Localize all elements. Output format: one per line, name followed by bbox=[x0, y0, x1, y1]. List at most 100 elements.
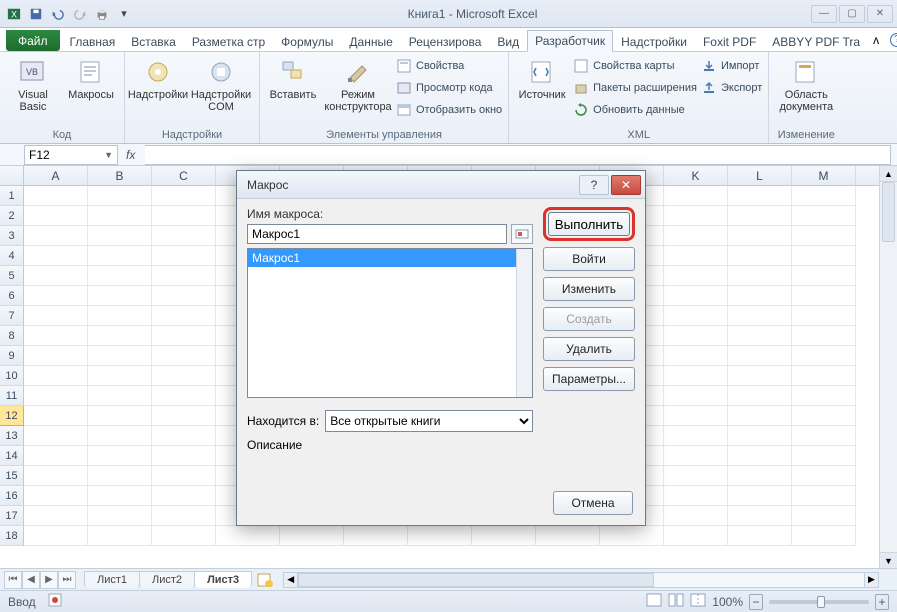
cell[interactable] bbox=[88, 346, 152, 366]
run-button[interactable]: Выполнить bbox=[548, 212, 630, 236]
cell[interactable] bbox=[216, 526, 280, 546]
cell[interactable] bbox=[88, 306, 152, 326]
cell[interactable] bbox=[152, 226, 216, 246]
cell[interactable] bbox=[792, 466, 856, 486]
cell[interactable] bbox=[24, 466, 88, 486]
tab-addins[interactable]: Надстройки bbox=[613, 30, 695, 52]
cell[interactable] bbox=[728, 506, 792, 526]
cell[interactable] bbox=[24, 306, 88, 326]
document-panel-button[interactable]: Область документа bbox=[775, 54, 837, 116]
cell[interactable] bbox=[88, 506, 152, 526]
row-header[interactable]: 10 bbox=[0, 366, 24, 386]
row-header[interactable]: 18 bbox=[0, 526, 24, 546]
com-addins-button[interactable]: Надстройки COM bbox=[189, 54, 253, 116]
row-header[interactable]: 7 bbox=[0, 306, 24, 326]
cell[interactable] bbox=[88, 246, 152, 266]
options-button[interactable]: Параметры... bbox=[543, 367, 635, 391]
sheet-tab[interactable]: Лист2 bbox=[139, 571, 195, 588]
reference-picker-icon[interactable] bbox=[511, 224, 533, 244]
cell[interactable] bbox=[792, 306, 856, 326]
select-all-corner[interactable] bbox=[0, 166, 24, 185]
zoom-in-button[interactable]: + bbox=[875, 594, 889, 610]
cell[interactable] bbox=[792, 526, 856, 546]
expansion-packs-button[interactable]: Пакеты расширения bbox=[573, 78, 697, 98]
cell[interactable] bbox=[728, 386, 792, 406]
sheet-tab[interactable]: Лист3 bbox=[194, 571, 252, 588]
row-header[interactable]: 17 bbox=[0, 506, 24, 526]
cell[interactable] bbox=[24, 346, 88, 366]
cell[interactable] bbox=[24, 286, 88, 306]
cell[interactable] bbox=[88, 366, 152, 386]
cell[interactable] bbox=[88, 286, 152, 306]
create-button[interactable]: Создать bbox=[543, 307, 635, 331]
cell[interactable] bbox=[728, 366, 792, 386]
tab-page-layout[interactable]: Разметка стр bbox=[184, 30, 273, 52]
cell[interactable] bbox=[24, 266, 88, 286]
cell[interactable] bbox=[792, 386, 856, 406]
import-button[interactable]: Импорт bbox=[701, 56, 762, 76]
cell[interactable] bbox=[24, 226, 88, 246]
cell[interactable] bbox=[152, 206, 216, 226]
cell[interactable] bbox=[24, 426, 88, 446]
col-header[interactable]: C bbox=[152, 166, 216, 185]
cell[interactable] bbox=[792, 486, 856, 506]
close-button[interactable]: ✕ bbox=[867, 5, 893, 23]
minimize-ribbon-icon[interactable]: ᴧ bbox=[868, 32, 884, 48]
cell[interactable] bbox=[792, 286, 856, 306]
scroll-up-icon[interactable]: ▲ bbox=[880, 166, 897, 182]
cell[interactable] bbox=[152, 446, 216, 466]
dialog-close-button[interactable]: ✕ bbox=[611, 175, 641, 195]
view-code-button[interactable]: Просмотр кода bbox=[396, 78, 502, 98]
list-scrollbar[interactable] bbox=[516, 249, 532, 397]
row-header[interactable]: 11 bbox=[0, 386, 24, 406]
cell[interactable] bbox=[792, 186, 856, 206]
cell[interactable] bbox=[792, 266, 856, 286]
cell[interactable] bbox=[664, 506, 728, 526]
view-page-layout-icon[interactable] bbox=[668, 593, 684, 610]
cell[interactable] bbox=[24, 326, 88, 346]
cell[interactable] bbox=[728, 266, 792, 286]
file-tab[interactable]: Файл bbox=[6, 30, 60, 51]
col-header[interactable]: B bbox=[88, 166, 152, 185]
cell[interactable] bbox=[728, 246, 792, 266]
cell[interactable] bbox=[152, 486, 216, 506]
row-header[interactable]: 4 bbox=[0, 246, 24, 266]
cell[interactable] bbox=[24, 386, 88, 406]
cell[interactable] bbox=[152, 306, 216, 326]
cell[interactable] bbox=[24, 526, 88, 546]
tab-abbyy[interactable]: ABBYY PDF Tra bbox=[764, 30, 868, 52]
map-properties-button[interactable]: Свойства карты bbox=[573, 56, 697, 76]
design-mode-button[interactable]: Режим конструктора bbox=[324, 54, 392, 116]
cell[interactable] bbox=[664, 226, 728, 246]
cancel-button[interactable]: Отмена bbox=[553, 491, 633, 515]
sheet-nav-prev-icon[interactable]: ◀ bbox=[22, 571, 40, 589]
cell[interactable] bbox=[24, 186, 88, 206]
cell[interactable] bbox=[88, 186, 152, 206]
cell[interactable] bbox=[24, 406, 88, 426]
macro-name-input[interactable] bbox=[247, 224, 507, 244]
cell[interactable] bbox=[24, 486, 88, 506]
cell[interactable] bbox=[152, 366, 216, 386]
export-button[interactable]: Экспорт bbox=[701, 78, 762, 98]
cell[interactable] bbox=[408, 526, 472, 546]
cell[interactable] bbox=[664, 486, 728, 506]
step-into-button[interactable]: Войти bbox=[543, 247, 635, 271]
cell[interactable] bbox=[728, 446, 792, 466]
tab-developer[interactable]: Разработчик bbox=[527, 30, 613, 52]
cell[interactable] bbox=[664, 306, 728, 326]
cell[interactable] bbox=[152, 386, 216, 406]
edit-button[interactable]: Изменить bbox=[543, 277, 635, 301]
list-item[interactable]: Макрос1 bbox=[248, 249, 532, 267]
cell[interactable] bbox=[664, 206, 728, 226]
cell[interactable] bbox=[280, 526, 344, 546]
cell[interactable] bbox=[792, 406, 856, 426]
cell[interactable] bbox=[600, 526, 664, 546]
properties-button[interactable]: Свойства bbox=[396, 56, 502, 76]
zoom-slider[interactable] bbox=[769, 600, 869, 604]
row-header[interactable]: 9 bbox=[0, 346, 24, 366]
sheet-nav-first-icon[interactable]: ⏮ bbox=[4, 571, 22, 589]
cell[interactable] bbox=[344, 526, 408, 546]
formula-input[interactable] bbox=[145, 145, 891, 165]
cell[interactable] bbox=[728, 186, 792, 206]
cell[interactable] bbox=[88, 226, 152, 246]
